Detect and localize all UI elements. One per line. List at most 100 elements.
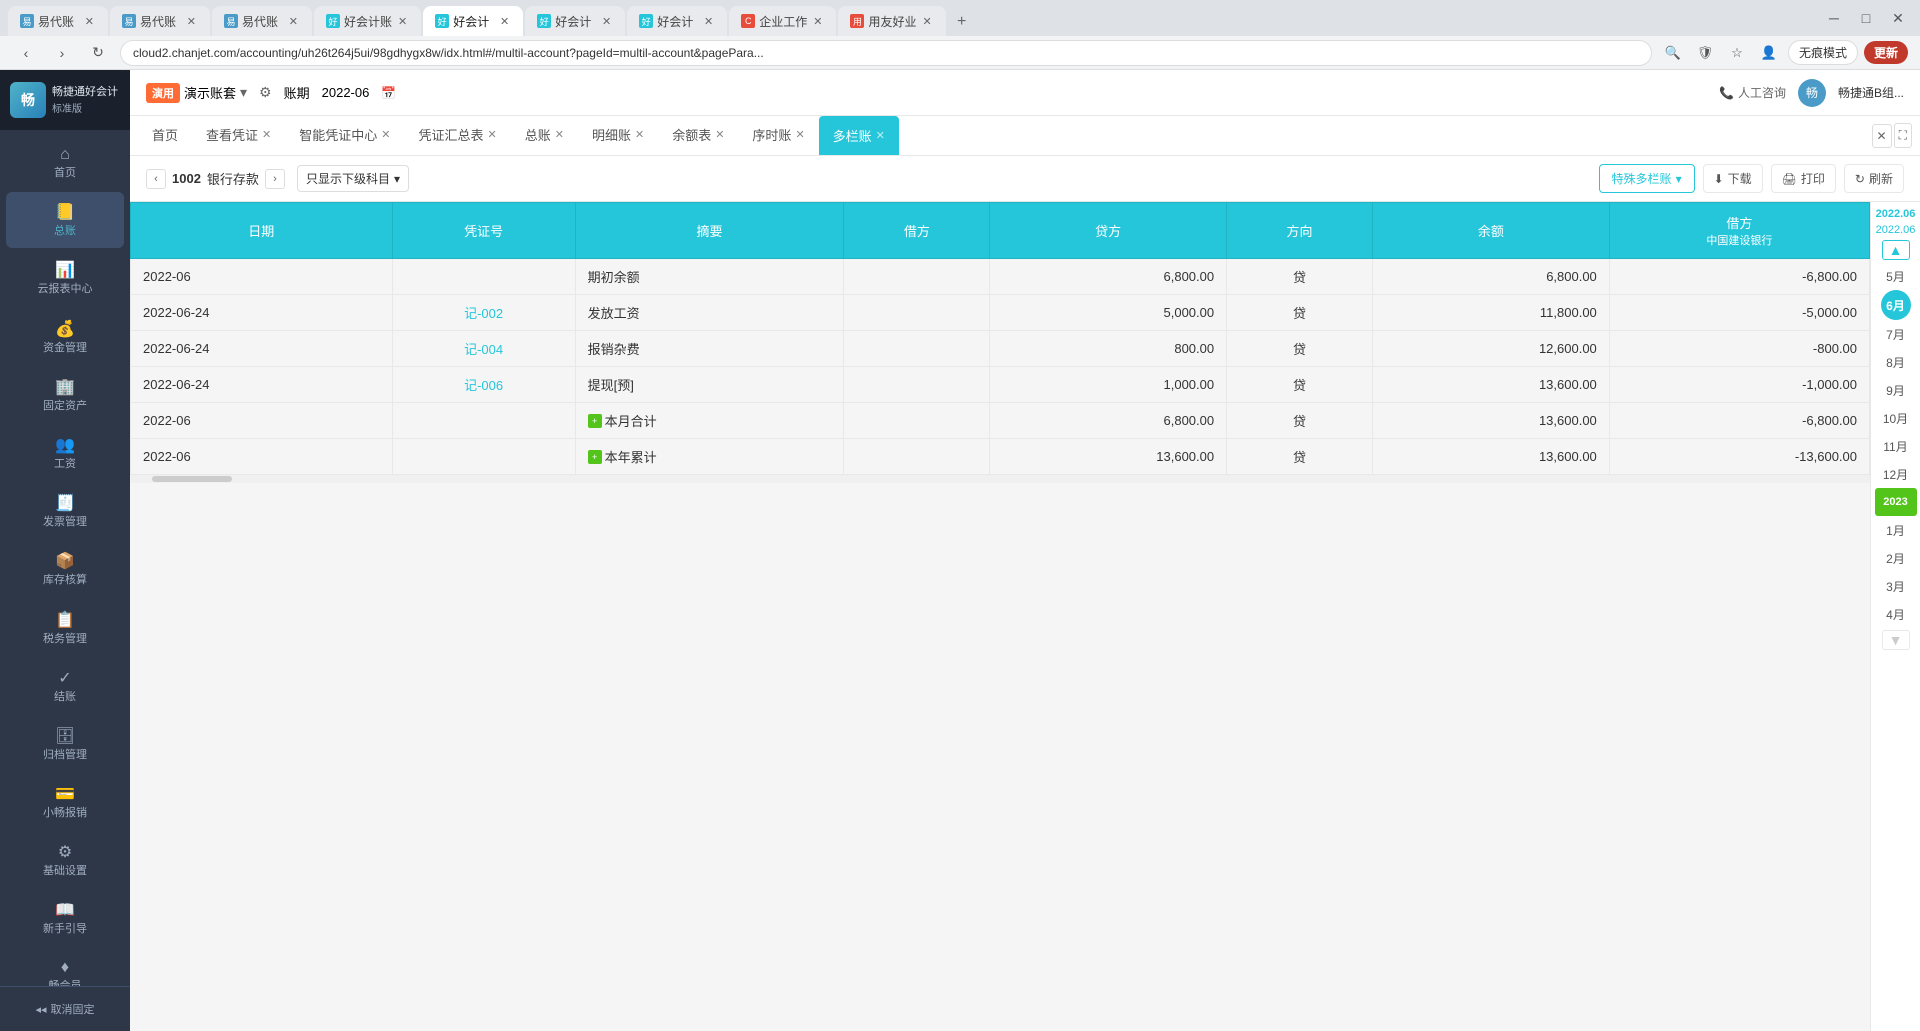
sidebar-item-assets[interactable]: 🏢 固定资产 <box>6 367 124 423</box>
month-item-2023-2月[interactable]: 2月 <box>1875 544 1917 572</box>
scroll-up-btn[interactable]: ▲ <box>1882 240 1910 260</box>
shield-icon[interactable]: 🛡 <box>1692 40 1718 66</box>
sidebar-item-home[interactable]: ⌂ 首页 <box>6 136 124 190</box>
unpin-btn[interactable]: ◂◂ 取消固定 <box>8 995 122 1023</box>
browser-tab-t7[interactable]: 好 好会计 ✕ <box>627 6 727 36</box>
special-multi-btn[interactable]: 特殊多栏账 ▾ <box>1599 164 1695 193</box>
profile-icon[interactable]: 👤 <box>1756 40 1782 66</box>
sidebar-item-inventory[interactable]: 📦 库存核算 <box>6 541 124 597</box>
cell-voucher[interactable] <box>392 403 575 439</box>
sidebar-item-guide[interactable]: 📖 新手引导 <box>6 890 124 946</box>
page-tab-sequence[interactable]: 序时账✕ <box>738 116 818 156</box>
month-item-12月[interactable]: 12月 <box>1875 460 1917 488</box>
tab-close-icon[interactable]: ✕ <box>287 13 300 30</box>
month-item-2023-1月[interactable]: 1月 <box>1875 516 1917 544</box>
cell-voucher[interactable]: 记-004 <box>392 331 575 367</box>
page-tab-ledger[interactable]: 总账✕ <box>511 116 578 156</box>
tab-close-icon[interactable]: ✕ <box>498 13 511 30</box>
prev-account-btn[interactable]: ‹ <box>146 169 166 189</box>
sidebar-item-invoice[interactable]: 🧾 发票管理 <box>6 483 124 539</box>
page-tab-home[interactable]: 首页 <box>138 116 192 156</box>
star-icon[interactable]: ☆ <box>1724 40 1750 66</box>
reload-btn[interactable]: ↻ <box>84 39 112 67</box>
sidebar-logo[interactable]: 畅 畅捷通好会计 标准版 <box>0 70 130 130</box>
sidebar-item-payroll[interactable]: 👥 工资 <box>6 425 124 481</box>
browser-tab-t4[interactable]: 好 好会计账 ✕ <box>314 6 421 36</box>
maximize-btn[interactable]: □ <box>1852 4 1880 32</box>
expand-panel-icon[interactable]: ⛶ <box>1894 123 1912 148</box>
page-tab-detail[interactable]: 明细账✕ <box>578 116 658 156</box>
page-tab-close-ledger[interactable]: ✕ <box>555 128 564 141</box>
page-tab-smart[interactable]: 智能凭证中心✕ <box>285 116 404 156</box>
page-tab-close-smart[interactable]: ✕ <box>381 128 390 141</box>
browser-tab-t2[interactable]: 易 易代账 ✕ <box>110 6 210 36</box>
voucher-link[interactable]: 记-004 <box>464 342 503 357</box>
page-tab-multi[interactable]: 多栏账✕ <box>819 116 899 156</box>
tab-close-icon[interactable]: ✕ <box>600 13 613 30</box>
browser-tab-t6[interactable]: 好 好会计 ✕ <box>525 6 625 36</box>
month-item-2023-4月[interactable]: 4月 <box>1875 600 1917 628</box>
filter-select[interactable]: 只显示下级科目 ▾ <box>297 165 409 192</box>
back-btn[interactable]: ‹ <box>12 39 40 67</box>
sidebar-item-member[interactable]: ♦ 畅会员 <box>6 949 124 986</box>
minimize-btn[interactable]: ─ <box>1820 4 1848 32</box>
browser-tab-t9[interactable]: 用 用友好业 ✕ <box>838 6 945 36</box>
search-icon[interactable]: 🔍 <box>1660 40 1686 66</box>
voucher-link[interactable]: 记-002 <box>464 306 503 321</box>
calendar-icon[interactable]: 📅 <box>381 86 396 100</box>
cell-voucher[interactable]: 记-006 <box>392 367 575 403</box>
page-tab-close-multi[interactable]: ✕ <box>876 129 885 142</box>
sidebar-item-funds[interactable]: 💰 资金管理 <box>6 309 124 365</box>
cell-voucher[interactable] <box>392 259 575 295</box>
month-item-11月[interactable]: 11月 <box>1875 432 1917 460</box>
settings-icon[interactable]: ▾ <box>240 84 247 101</box>
download-btn[interactable]: ⬇ 下载 <box>1703 164 1763 193</box>
sidebar-item-tax[interactable]: 📋 税务管理 <box>6 600 124 656</box>
month-item-7月[interactable]: 7月 <box>1875 320 1917 348</box>
tab-close-icon[interactable]: ✕ <box>702 13 715 30</box>
tab-close-icon[interactable]: ✕ <box>811 13 824 30</box>
tab-close-icon[interactable]: ✕ <box>83 13 96 30</box>
voucher-link[interactable]: 记-006 <box>464 378 503 393</box>
gear-icon[interactable]: ⚙ <box>259 84 272 101</box>
page-tab-balance[interactable]: 余额表✕ <box>658 116 738 156</box>
wuhen-mode-btn[interactable]: 无痕模式 <box>1788 40 1858 65</box>
forward-btn[interactable]: › <box>48 39 76 67</box>
sidebar-item-archive[interactable]: 🗄 归档管理 <box>6 716 124 772</box>
print-btn[interactable]: 🖨 打印 <box>1771 164 1836 193</box>
browser-tab-t1[interactable]: 易 易代账 ✕ <box>8 6 108 36</box>
refresh-btn[interactable]: ↻ 刷新 <box>1844 164 1904 193</box>
browser-tab-t3[interactable]: 易 易代账 ✕ <box>212 6 312 36</box>
month-item-6月[interactable]: 6月 <box>1881 290 1911 320</box>
scroll-down-btn[interactable]: ▼ <box>1882 630 1910 650</box>
month-item-2023-3月[interactable]: 3月 <box>1875 572 1917 600</box>
close-panel-icon[interactable]: ✕ <box>1872 124 1892 148</box>
month-item-10月[interactable]: 10月 <box>1875 404 1917 432</box>
scrollbar-thumb[interactable] <box>152 476 232 482</box>
ai-service-btn[interactable]: 📞 人工咨询 <box>1719 84 1786 101</box>
tab-close-icon[interactable]: ✕ <box>185 13 198 30</box>
page-tab-close-balance[interactable]: ✕ <box>715 128 724 141</box>
browser-tab-t5[interactable]: 好 好会计 ✕ <box>423 6 523 36</box>
tab-close-icon[interactable]: ✕ <box>920 13 933 30</box>
url-bar[interactable]: cloud2.chanjet.com/accounting/uh26t264j5… <box>120 40 1652 66</box>
close-btn[interactable]: ✕ <box>1884 4 1912 32</box>
sidebar-item-expense[interactable]: 💳 小畅报销 <box>6 774 124 830</box>
cell-voucher[interactable] <box>392 439 575 475</box>
sidebar-item-reports[interactable]: 📊 云报表中心 <box>6 250 124 306</box>
page-tab-close-detail[interactable]: ✕ <box>635 128 644 141</box>
month-item-9月[interactable]: 9月 <box>1875 376 1917 404</box>
year-2023-label[interactable]: 2023 <box>1875 488 1917 516</box>
update-btn[interactable]: 更新 <box>1864 41 1908 64</box>
cell-voucher[interactable]: 记-002 <box>392 295 575 331</box>
page-tab-close-voucher[interactable]: ✕ <box>262 128 271 141</box>
page-tab-close-summary[interactable]: ✕ <box>488 128 497 141</box>
tab-close-icon[interactable]: ✕ <box>396 13 409 30</box>
page-tab-summary[interactable]: 凭证汇总表✕ <box>404 116 510 156</box>
browser-tab-t8[interactable]: C 企业工作 ✕ <box>729 6 836 36</box>
horizontal-scrollbar[interactable] <box>130 475 1870 483</box>
month-item-5月[interactable]: 5月 <box>1875 262 1917 290</box>
sidebar-item-settings[interactable]: ⚙ 基础设置 <box>6 832 124 888</box>
page-tab-voucher[interactable]: 查看凭证✕ <box>192 116 285 156</box>
page-tab-close-sequence[interactable]: ✕ <box>795 128 804 141</box>
